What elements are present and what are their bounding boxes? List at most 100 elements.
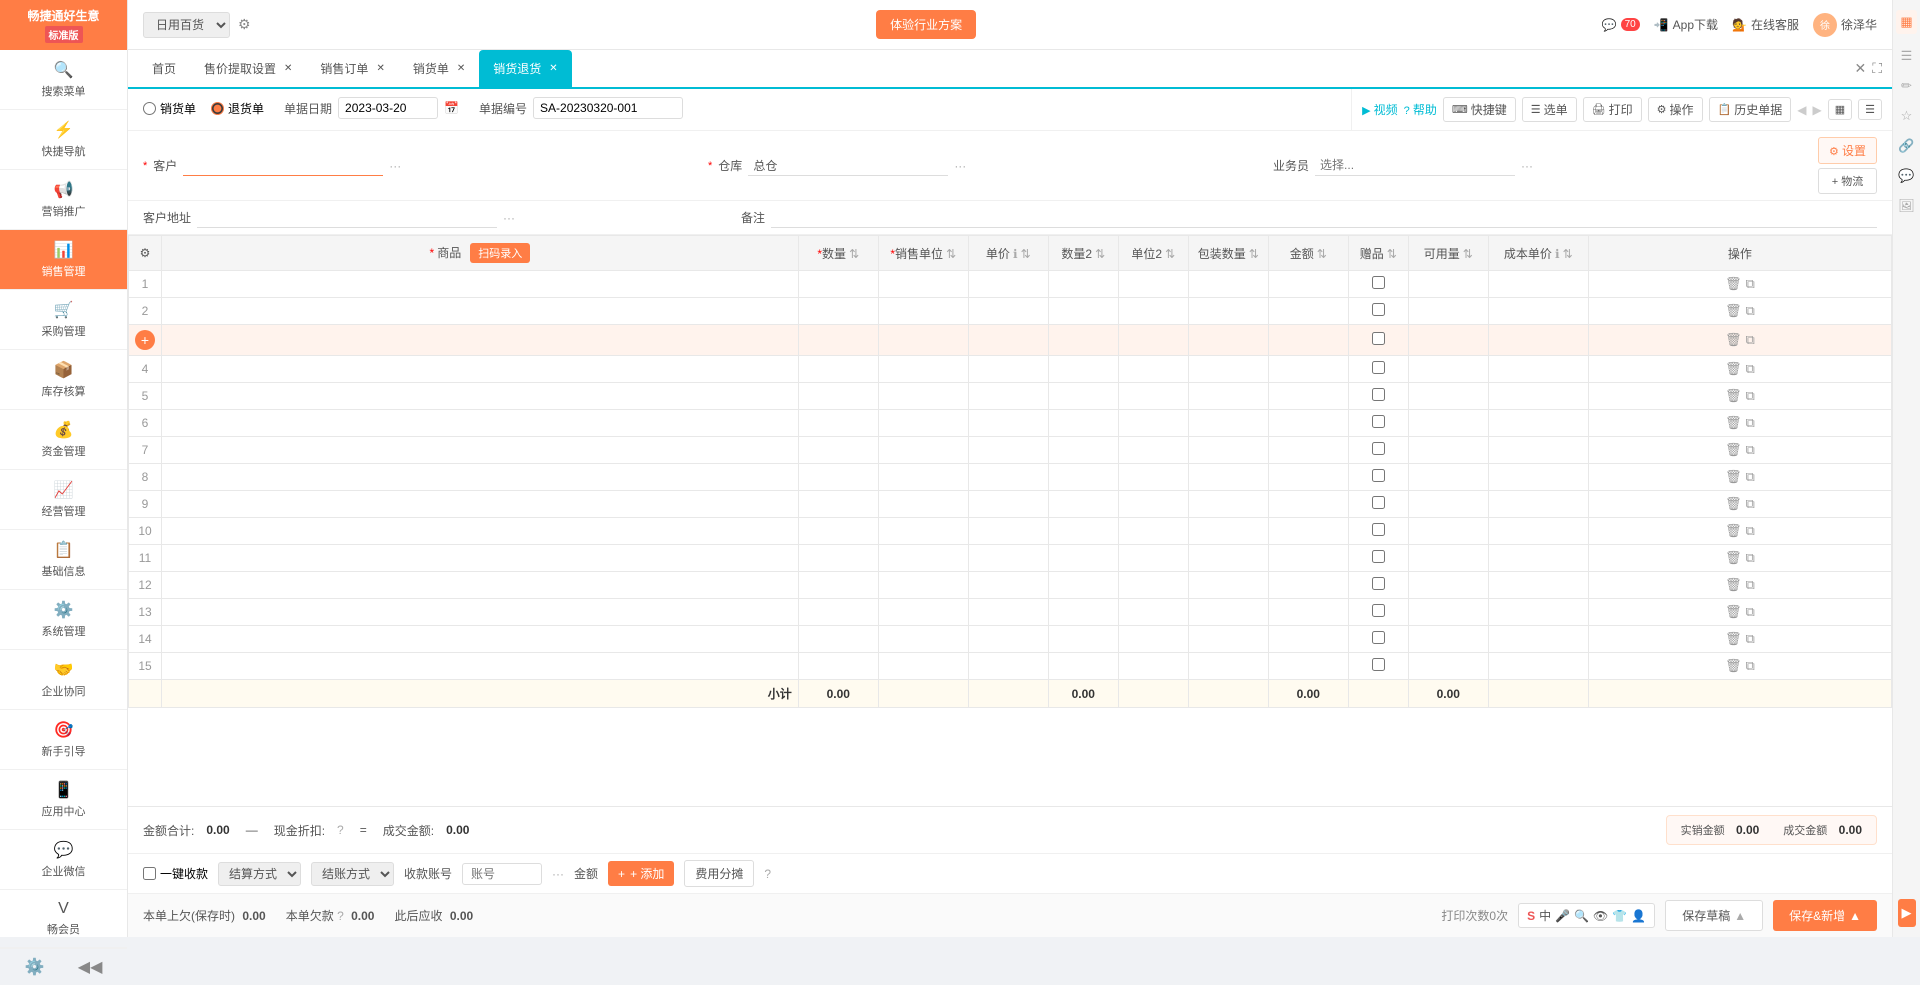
gift-check-11[interactable] bbox=[1372, 550, 1385, 563]
sidebar-item-inventory[interactable]: 📦 库存核算 bbox=[0, 350, 127, 410]
sidebar-item-system[interactable]: ⚙️ 系统管理 bbox=[0, 590, 127, 650]
row-copy-11[interactable]: ⧉ bbox=[1745, 550, 1754, 566]
one-click-check[interactable] bbox=[143, 867, 156, 880]
row-copy-8[interactable]: ⧉ bbox=[1745, 469, 1754, 485]
topbar-gear-icon[interactable]: ⚙ bbox=[238, 16, 251, 33]
tab-close-sale-order[interactable]: ✕ bbox=[376, 63, 384, 74]
address-input[interactable] bbox=[197, 207, 497, 228]
gift-check-3[interactable] bbox=[1372, 332, 1385, 345]
right-panel-list-view[interactable]: ☰ bbox=[1901, 48, 1913, 64]
collapse-icon[interactable]: ◀◀ bbox=[78, 957, 103, 977]
row-copy-6[interactable]: ⧉ bbox=[1745, 415, 1754, 431]
tab-sale-delivery[interactable]: 销货单 ✕ bbox=[399, 50, 479, 89]
help-action[interactable]: ? 帮助 bbox=[1404, 101, 1437, 118]
scan-button[interactable]: 扫码录入 bbox=[470, 243, 530, 263]
right-panel-table-view[interactable]: ▦ bbox=[1896, 10, 1916, 34]
mic-icon[interactable]: 🎤 bbox=[1555, 909, 1570, 923]
gift-check-12[interactable] bbox=[1372, 577, 1385, 590]
right-panel-link[interactable]: 🔗 bbox=[1898, 138, 1914, 154]
row-copy-10[interactable]: ⧉ bbox=[1745, 523, 1754, 539]
history-btn[interactable]: 📋 历史单据 bbox=[1709, 97, 1792, 122]
row-delete-7[interactable]: 🗑 bbox=[1725, 442, 1742, 458]
right-panel-edit[interactable]: ✏ bbox=[1901, 78, 1912, 94]
user-item[interactable]: 徐 徐泽华 bbox=[1813, 13, 1877, 37]
print-btn[interactable]: 🖨 打印 bbox=[1583, 97, 1642, 122]
row-copy-12[interactable]: ⧉ bbox=[1745, 577, 1754, 593]
view-icon[interactable]: 👁 bbox=[1593, 909, 1608, 923]
tab-close-sale-return[interactable]: ✕ bbox=[549, 63, 557, 74]
view-list-btn[interactable]: ☰ bbox=[1858, 99, 1882, 120]
sidebar-item-guide[interactable]: 🎯 新手引导 bbox=[0, 710, 127, 770]
view-table-btn[interactable]: ▦ bbox=[1828, 99, 1852, 120]
gift-check-13[interactable] bbox=[1372, 604, 1385, 617]
warehouse-dots-btn[interactable]: ··· bbox=[954, 159, 966, 173]
row-copy-14[interactable]: ⧉ bbox=[1745, 631, 1754, 647]
shirt-icon[interactable]: 👕 bbox=[1612, 909, 1627, 923]
product-input-1[interactable] bbox=[168, 277, 792, 291]
gift-check-14[interactable] bbox=[1372, 631, 1385, 644]
setting-btn[interactable]: ⚙ 设置 bbox=[1818, 137, 1877, 164]
search-toolbar-icon[interactable]: 🔍 bbox=[1574, 909, 1589, 923]
tab-home[interactable]: 首页 bbox=[138, 50, 190, 89]
note-input[interactable] bbox=[771, 207, 1877, 228]
radio-sale[interactable]: 销货单 bbox=[143, 100, 196, 117]
save-new-button[interactable]: 保存&新增 ▲ bbox=[1773, 900, 1877, 931]
gift-check-15[interactable] bbox=[1372, 658, 1385, 671]
date-input[interactable] bbox=[338, 97, 438, 119]
gift-check-9[interactable] bbox=[1372, 496, 1385, 509]
expense-btn[interactable]: 费用分摊 bbox=[684, 860, 754, 887]
tab-sale-price[interactable]: 售价提取设置 ✕ bbox=[190, 50, 306, 89]
row-copy-3[interactable]: ⧉ bbox=[1745, 332, 1754, 348]
add-payment-btn[interactable]: + + 添加 bbox=[608, 861, 674, 886]
logistics-btn[interactable]: + 物流 bbox=[1818, 168, 1877, 194]
row-delete-12[interactable]: 🗑 bbox=[1725, 577, 1742, 593]
row-copy-5[interactable]: ⧉ bbox=[1745, 388, 1754, 404]
gift-check-7[interactable] bbox=[1372, 442, 1385, 455]
select-btn[interactable]: ☰ 选单 bbox=[1522, 97, 1577, 122]
sidebar-item-appstore[interactable]: 📱 应用中心 bbox=[0, 770, 127, 830]
row-delete-11[interactable]: 🗑 bbox=[1725, 550, 1742, 566]
row-delete-6[interactable]: 🗑 bbox=[1725, 415, 1742, 431]
row-copy-4[interactable]: ⧉ bbox=[1745, 361, 1754, 377]
settle-method-select[interactable]: 结算方式 bbox=[218, 862, 301, 886]
experience-button[interactable]: 体验行业方案 bbox=[876, 10, 976, 39]
tab-sale-return[interactable]: 销货退货 ✕ bbox=[479, 50, 571, 89]
row-delete-15[interactable]: 🗑 bbox=[1725, 658, 1742, 674]
row-delete-13[interactable]: 🗑 bbox=[1725, 604, 1742, 620]
gift-check-6[interactable] bbox=[1372, 415, 1385, 428]
row-copy-15[interactable]: ⧉ bbox=[1745, 658, 1754, 674]
person-icon[interactable]: 👤 bbox=[1631, 909, 1646, 923]
row-delete-3[interactable]: 🗑 bbox=[1725, 332, 1742, 348]
calendar-icon[interactable]: 📅 bbox=[444, 101, 459, 115]
video-action[interactable]: ▶ 视频 bbox=[1362, 101, 1398, 118]
gift-check-8[interactable] bbox=[1372, 469, 1385, 482]
sidebar-item-search[interactable]: 🔍 搜索菜单 bbox=[0, 50, 127, 110]
row-delete-9[interactable]: 🗑 bbox=[1725, 496, 1742, 512]
doc-no-input[interactable] bbox=[533, 97, 683, 119]
row-copy-1[interactable]: ⧉ bbox=[1745, 276, 1754, 292]
sidebar-item-finance[interactable]: 💰 资金管理 bbox=[0, 410, 127, 470]
radio-return[interactable]: 退货单 bbox=[211, 100, 264, 117]
tab-sale-order[interactable]: 销售订单 ✕ bbox=[306, 50, 398, 89]
right-panel-orange[interactable]: ▶ bbox=[1898, 899, 1916, 927]
row-delete-5[interactable]: 🗑 bbox=[1725, 388, 1742, 404]
sidebar-item-operation[interactable]: 📈 经营管理 bbox=[0, 470, 127, 530]
sidebar-item-quick-nav[interactable]: ⚡ 快捷导航 bbox=[0, 110, 127, 170]
right-panel-image[interactable]: 🖼 bbox=[1898, 198, 1915, 214]
online-service-item[interactable]: 💁 在线客服 bbox=[1732, 16, 1799, 33]
gift-check-1[interactable] bbox=[1372, 276, 1385, 289]
add-row-button[interactable]: + bbox=[135, 330, 155, 350]
cash-discount-help[interactable]: ? bbox=[337, 823, 344, 837]
chinese-icon[interactable]: 中 bbox=[1539, 907, 1551, 924]
sidebar-item-purchase[interactable]: 🛒 采购管理 bbox=[0, 290, 127, 350]
customer-input[interactable] bbox=[183, 155, 383, 176]
tab-close-sale-delivery[interactable]: ✕ bbox=[457, 63, 465, 74]
row-delete-2[interactable]: 🗑 bbox=[1725, 303, 1742, 319]
gift-check-10[interactable] bbox=[1372, 523, 1385, 536]
shortcut-btn[interactable]: ⌨ 快捷键 bbox=[1443, 97, 1516, 122]
sidebar-item-member[interactable]: V 畅会员 bbox=[0, 890, 127, 948]
gift-check-5[interactable] bbox=[1372, 388, 1385, 401]
customer-dots-btn[interactable]: ··· bbox=[389, 159, 401, 173]
sidebar-item-sales[interactable]: 📊 销售管理 bbox=[0, 230, 127, 290]
row-delete-4[interactable]: 🗑 bbox=[1725, 361, 1742, 377]
